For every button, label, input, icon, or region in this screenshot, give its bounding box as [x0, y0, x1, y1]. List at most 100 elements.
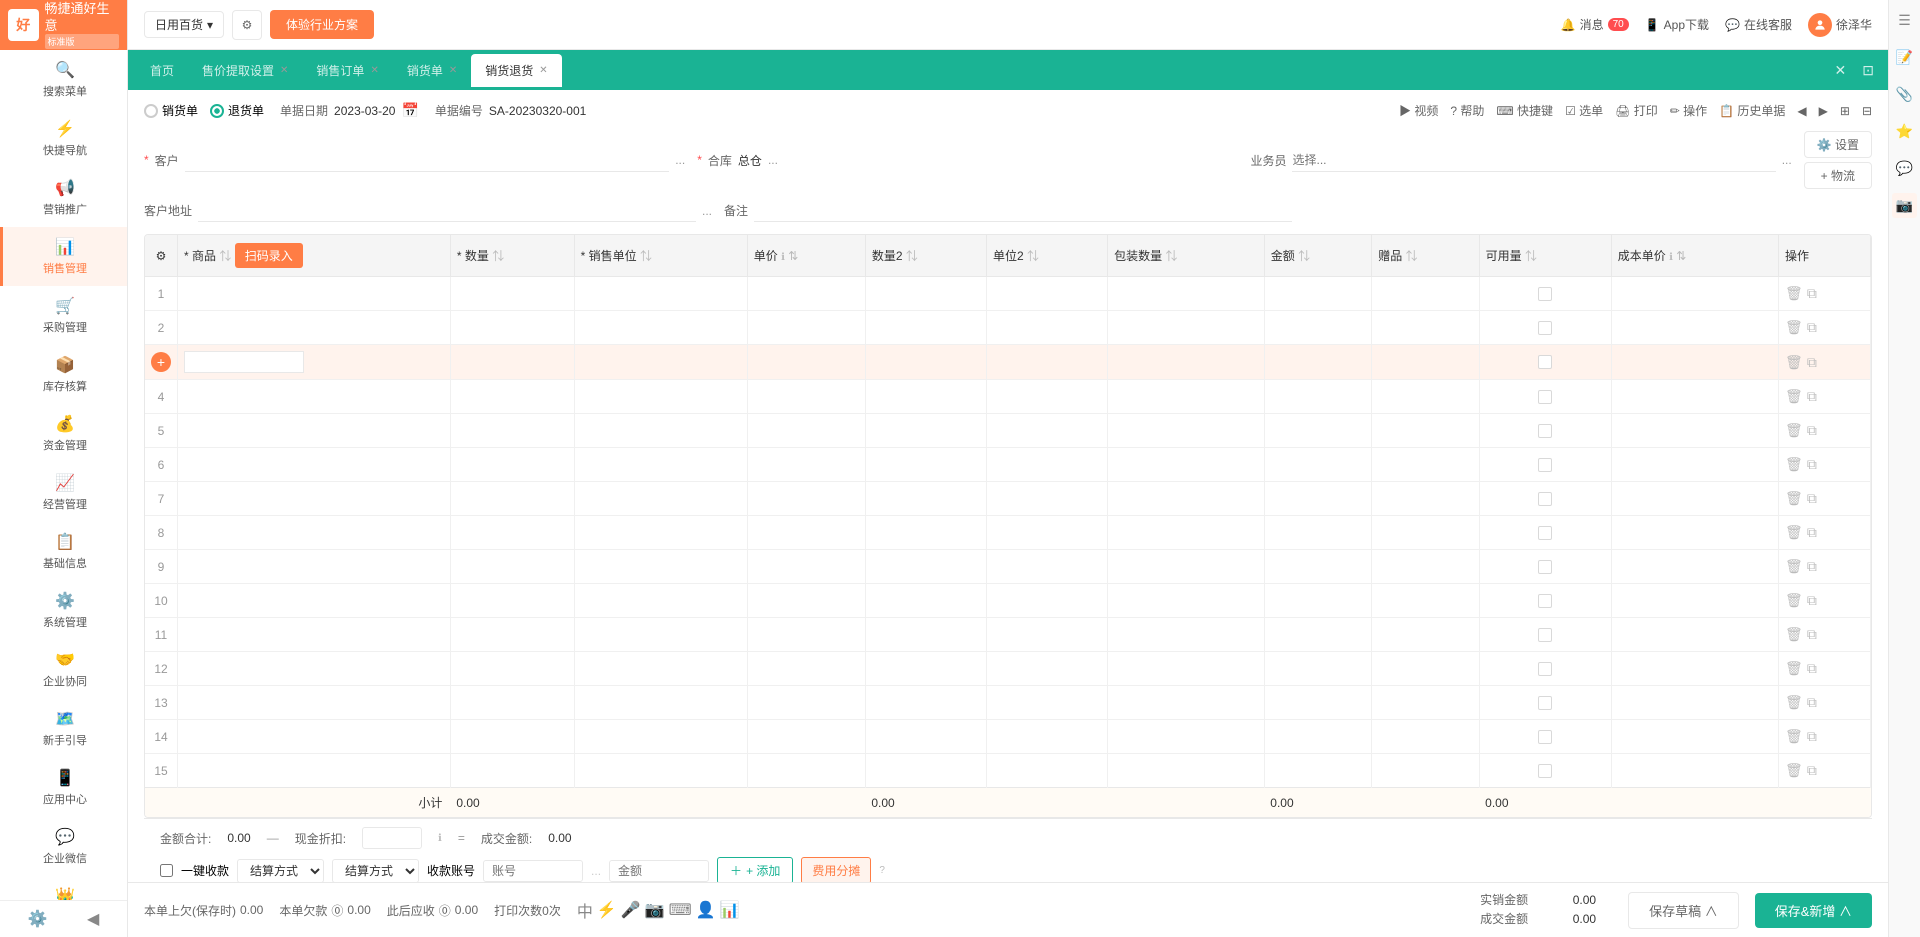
tab-order[interactable]: 销售订单 ✕	[302, 54, 392, 87]
shortcut-btn[interactable]: ⌨ 快捷键	[1496, 102, 1553, 119]
rs-star-icon[interactable]: ⭐	[1892, 119, 1917, 144]
print-btn[interactable]: 🖨 打印	[1615, 102, 1658, 119]
copy-row-btn[interactable]: ⧉	[1807, 762, 1817, 779]
fee-info-icon[interactable]: ?	[879, 865, 885, 876]
radio-shipment[interactable]: 销货单	[144, 102, 198, 119]
add-row-btn[interactable]: +	[151, 352, 171, 372]
cn-icon[interactable]: 中	[577, 898, 593, 922]
address-dots[interactable]: ...	[702, 204, 712, 218]
sidebar-item-operations[interactable]: 📈 经营管理	[0, 463, 127, 522]
sort-icon-gift[interactable]: ⇅	[1406, 249, 1418, 263]
help-btn[interactable]: ? 帮助	[1450, 102, 1484, 119]
add-payment-btn[interactable]: ＋ + 添加	[717, 857, 793, 882]
camera-icon[interactable]: 📷	[645, 898, 665, 922]
remarks-input[interactable]	[754, 199, 1292, 222]
copy-row-btn[interactable]: ⧉	[1807, 694, 1817, 711]
gift-checkbox[interactable]	[1538, 321, 1552, 335]
user-icon[interactable]: 👤	[696, 898, 716, 922]
delete-row-btn[interactable]: 🗑	[1785, 626, 1803, 643]
save-draft-btn[interactable]: 保存草稿 ∧	[1628, 892, 1739, 929]
gift-checkbox[interactable]	[1538, 526, 1552, 540]
next-btn[interactable]: ▶	[1819, 102, 1828, 119]
copy-row-btn[interactable]: ⧉	[1807, 490, 1817, 507]
chart-icon[interactable]: 📊	[720, 898, 740, 922]
sidebar-item-enterprise[interactable]: 🤝 企业协同	[0, 640, 127, 699]
close-tab-btn[interactable]: ✕	[1829, 60, 1853, 81]
rs-list-icon[interactable]: ☰	[1894, 8, 1915, 33]
grid-view-2-btn[interactable]: ⊟	[1862, 102, 1872, 119]
cost-price-info-icon[interactable]: ℹ	[1669, 252, 1673, 263]
sidebar-item-shortcut[interactable]: ⚡ 快捷导航	[0, 109, 127, 168]
delete-row-btn[interactable]: 🗑	[1785, 694, 1803, 711]
tab-order-close[interactable]: ✕	[370, 65, 378, 76]
gift-checkbox[interactable]	[1538, 287, 1552, 301]
operation-btn[interactable]: ✏ 操作	[1670, 102, 1707, 119]
rs-chat-icon[interactable]: 💬	[1892, 156, 1917, 181]
customer-service-btn[interactable]: 💬 在线客服	[1725, 16, 1792, 33]
sidebar-item-finance[interactable]: 💰 资金管理	[0, 404, 127, 463]
gift-checkbox[interactable]	[1538, 424, 1552, 438]
tab-price-close[interactable]: ✕	[280, 65, 288, 76]
gift-checkbox[interactable]	[1538, 696, 1552, 710]
sort-icon-amount[interactable]: ⇅	[1298, 249, 1310, 263]
sidebar-collapse-btn[interactable]: ◀	[87, 909, 99, 929]
delete-row-btn[interactable]: 🗑	[1785, 490, 1803, 507]
delete-row-btn[interactable]: 🗑	[1785, 592, 1803, 609]
copy-row-btn[interactable]: ⧉	[1807, 388, 1817, 405]
gift-checkbox[interactable]	[1538, 458, 1552, 472]
radio-return[interactable]: 退货单	[210, 102, 264, 119]
grid-view-1-btn[interactable]: ⊞	[1840, 102, 1850, 119]
mic-icon[interactable]: 🎤	[621, 898, 641, 922]
sort-icon-qty2[interactable]: ⇅	[906, 249, 918, 263]
discount-info-icon[interactable]: ℹ	[438, 833, 442, 844]
sidebar-item-guide[interactable]: 🗺️ 新手引导	[0, 699, 127, 758]
sidebar-item-inventory[interactable]: 📦 库存核算	[0, 345, 127, 404]
keyboard-icon[interactable]: ⌨	[669, 898, 692, 922]
gift-checkbox[interactable]	[1538, 628, 1552, 642]
sort-icon-cost[interactable]: ⇅	[1676, 249, 1686, 263]
video-help-btn[interactable]: ▶ 视频	[1399, 102, 1438, 119]
gift-checkbox[interactable]	[1538, 594, 1552, 608]
calc-select[interactable]: 结算方式	[332, 859, 419, 883]
delete-row-btn[interactable]: 🗑	[1785, 285, 1803, 302]
sort-icon-available[interactable]: ⇅	[1525, 249, 1537, 263]
select-btn[interactable]: ☑ 选单	[1565, 102, 1603, 119]
fee-btn[interactable]: 费用分摊	[801, 857, 871, 882]
notification-btn[interactable]: 🔔 消息 70	[1561, 16, 1629, 33]
gift-checkbox[interactable]	[1538, 492, 1552, 506]
copy-row-btn[interactable]: ⧉	[1807, 319, 1817, 336]
copy-row-btn[interactable]: ⧉	[1807, 285, 1817, 302]
gift-checkbox[interactable]	[1538, 390, 1552, 404]
discount-input[interactable]	[362, 827, 422, 849]
account-input[interactable]	[483, 860, 583, 882]
sidebar-item-search[interactable]: 🔍 搜索菜单	[0, 50, 127, 109]
maximize-btn[interactable]: ⊡	[1856, 60, 1880, 81]
sidebar-item-member[interactable]: 👑 畅会员	[0, 876, 127, 900]
rs-note-icon[interactable]: 📝	[1892, 45, 1917, 70]
amount-input[interactable]	[609, 860, 709, 882]
tab-return-close[interactable]: ✕	[539, 65, 547, 76]
logistics-btn[interactable]: + 物流	[1804, 162, 1872, 189]
sidebar-item-basic[interactable]: 📋 基础信息	[0, 522, 127, 581]
save-new-btn[interactable]: 保存&新增 ∧	[1755, 893, 1872, 928]
sidebar-item-system[interactable]: ⚙️ 系统管理	[0, 581, 127, 640]
product-input[interactable]	[184, 351, 304, 373]
sort-icon-pack[interactable]: ⇅	[1165, 249, 1177, 263]
sidebar-item-purchase[interactable]: 🛒 采购管理	[0, 286, 127, 345]
warehouse-dots[interactable]: ...	[768, 153, 778, 167]
tab-price[interactable]: 售价提取设置 ✕	[188, 54, 302, 87]
tab-home[interactable]: 首页	[136, 54, 188, 87]
delete-row-btn[interactable]: 🗑	[1785, 422, 1803, 439]
customer-dots[interactable]: ...	[675, 153, 685, 167]
copy-row-btn[interactable]: ⧉	[1807, 592, 1817, 609]
topbar-settings-button[interactable]: ⚙	[232, 10, 262, 40]
copy-row-btn[interactable]: ⧉	[1807, 354, 1817, 371]
copy-row-btn[interactable]: ⧉	[1807, 524, 1817, 541]
delete-row-btn[interactable]: 🗑	[1785, 524, 1803, 541]
delete-row-btn[interactable]: 🗑	[1785, 762, 1803, 779]
delete-row-btn[interactable]: 🗑	[1785, 728, 1803, 745]
sort-icon-price[interactable]: ⇅	[788, 249, 798, 263]
price-info-icon[interactable]: ℹ	[781, 252, 785, 263]
sidebar-item-sales[interactable]: 📊 销售管理	[0, 227, 127, 286]
rs-photo-icon[interactable]: 📷	[1892, 193, 1917, 218]
